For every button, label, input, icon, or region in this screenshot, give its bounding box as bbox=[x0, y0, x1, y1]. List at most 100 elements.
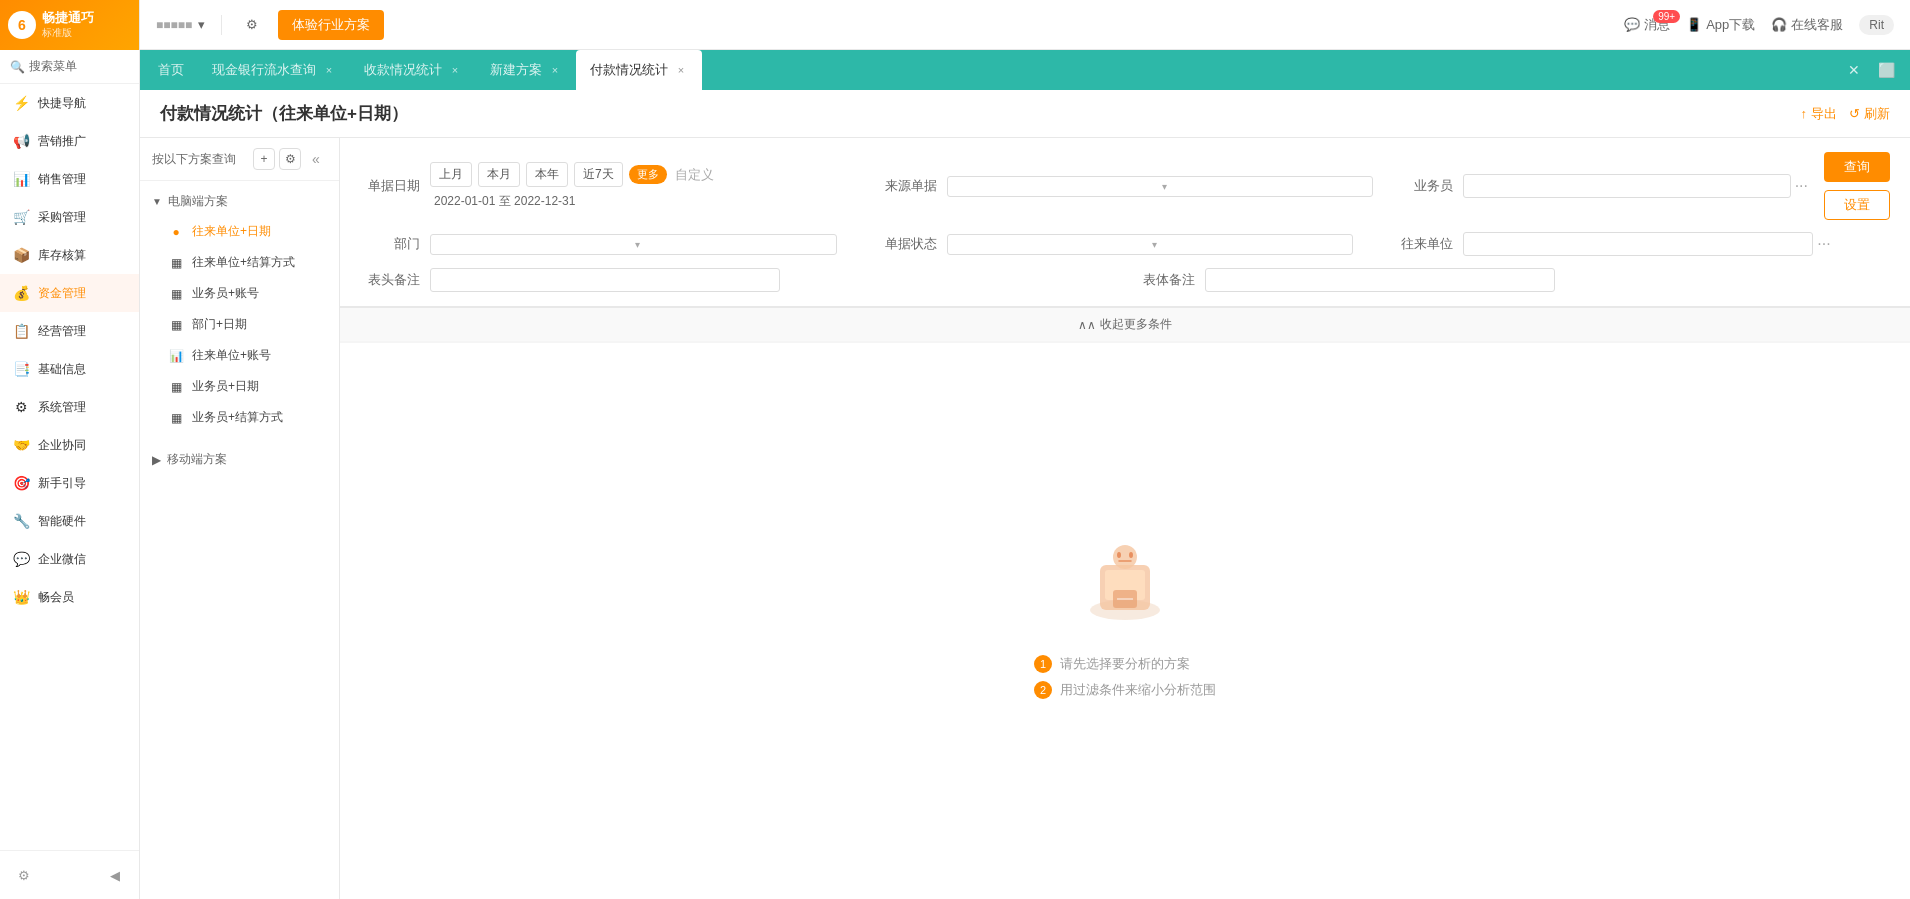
table-body-note-input[interactable] bbox=[1205, 268, 1555, 292]
tab-new-plan[interactable]: 新建方案 × bbox=[476, 50, 576, 90]
app-download-btn[interactable]: 📱 App下载 bbox=[1686, 16, 1755, 34]
service-btn[interactable]: 🎧 在线客服 bbox=[1771, 16, 1843, 34]
tip-text-2: 用过滤条件来缩小分析范围 bbox=[1060, 681, 1216, 699]
sidebar-item-sales[interactable]: 📊 销售管理 bbox=[0, 160, 139, 198]
sidebar-item-quick-nav[interactable]: ⚡ 快捷导航 bbox=[0, 84, 139, 122]
scheme-item-unit-account[interactable]: 📊 往来单位+账号 bbox=[140, 340, 339, 371]
scheme-panel: 按以下方案查询 + ⚙ « ▼ 电脑端方案 ● bbox=[140, 138, 340, 899]
refresh-btn[interactable]: ↺ 刷新 bbox=[1849, 105, 1890, 123]
message-count: 99+ bbox=[1653, 10, 1680, 23]
sidebar-item-funds[interactable]: 💰 资金管理 bbox=[0, 274, 139, 312]
source-label: 来源单据 bbox=[877, 177, 947, 195]
filter-settings-btn[interactable]: 设置 bbox=[1824, 190, 1890, 220]
last-month-btn[interactable]: 上月 bbox=[430, 162, 472, 187]
status-select[interactable]: ▾ bbox=[947, 234, 1354, 255]
topbar: ■■■■■ ▾ ⚙ 体验行业方案 💬 消息 99+ 📱 App下载 🎧 在线客服… bbox=[140, 0, 1910, 50]
scheme-item-salesman-account[interactable]: ▦ 业务员+账号 bbox=[140, 278, 339, 309]
tab-home[interactable]: 首页 bbox=[144, 50, 198, 90]
logo-text-block: 畅捷通巧 标准版 bbox=[42, 10, 94, 40]
empty-illustration bbox=[1075, 535, 1175, 635]
tab-payment-stats[interactable]: 付款情况统计 × bbox=[576, 50, 702, 90]
tab-new-plan-close[interactable]: × bbox=[548, 63, 562, 77]
sidebar-item-vip[interactable]: 👑 畅会员 bbox=[0, 578, 139, 616]
sidebar-header: 6 畅捷通巧 标准版 bbox=[0, 0, 139, 50]
system-icon: ⚙ bbox=[12, 398, 30, 416]
salesman-label: 业务员 bbox=[1393, 177, 1463, 195]
sidebar-settings-btn[interactable]: ⚙ bbox=[10, 861, 38, 889]
user-name[interactable]: Rit bbox=[1859, 15, 1894, 35]
sidebar-item-label: 企业协同 bbox=[38, 437, 86, 454]
scheme-item-label: 往来单位+账号 bbox=[192, 347, 271, 364]
current-month-btn[interactable]: 本月 bbox=[478, 162, 520, 187]
sidebar-item-guide[interactable]: 🎯 新手引导 bbox=[0, 464, 139, 502]
mobile-group-title[interactable]: ▶ 移动端方案 bbox=[140, 445, 339, 474]
tabs-close-all-btn[interactable]: ✕ bbox=[1842, 58, 1866, 82]
wechat-icon: 💬 bbox=[12, 550, 30, 568]
topbar-settings-btn[interactable]: ⚙ bbox=[238, 11, 266, 39]
message-btn[interactable]: 💬 消息 99+ bbox=[1624, 16, 1670, 34]
scheme-item-label: 部门+日期 bbox=[192, 316, 247, 333]
tip-text-1: 请先选择要分析的方案 bbox=[1060, 655, 1190, 673]
company-selector[interactable]: ■■■■■ ▾ bbox=[156, 17, 205, 32]
scheme-collapse-btn[interactable]: « bbox=[305, 148, 327, 170]
sidebar-item-system[interactable]: ⚙ 系统管理 bbox=[0, 388, 139, 426]
tab-payment-stats-close[interactable]: × bbox=[674, 63, 688, 77]
vip-icon: 👑 bbox=[12, 588, 30, 606]
sidebar-item-label: 畅会员 bbox=[38, 589, 74, 606]
scheme-item-unit-settlement[interactable]: ▦ 往来单位+结算方式 bbox=[140, 247, 339, 278]
tabs-maximize-btn[interactable]: ⬜ bbox=[1874, 58, 1898, 82]
unit-dots-btn[interactable]: ··· bbox=[1817, 235, 1830, 253]
scheme-item-salesman-settlement[interactable]: ▦ 业务员+结算方式 bbox=[140, 402, 339, 433]
query-btn[interactable]: 查询 bbox=[1824, 152, 1890, 182]
topbar-divider bbox=[221, 15, 222, 35]
scheme-settings-btn[interactable]: ⚙ bbox=[279, 148, 301, 170]
collapse-conditions-btn[interactable]: ∧∧ 收起更多条件 bbox=[340, 307, 1910, 341]
dept-date-icon: ▦ bbox=[168, 317, 184, 333]
scheme-add-btn[interactable]: + bbox=[253, 148, 275, 170]
scheme-item-salesman-date[interactable]: ▦ 业务员+日期 bbox=[140, 371, 339, 402]
pc-group-title[interactable]: ▼ 电脑端方案 bbox=[140, 187, 339, 216]
filter-area: 单据日期 上月 本月 本年 近7天 更多 自定义 2022-01-01 至 20… bbox=[340, 138, 1910, 899]
sidebar-item-hardware[interactable]: 🔧 智能硬件 bbox=[0, 502, 139, 540]
salesman-dots-btn[interactable]: ··· bbox=[1795, 177, 1808, 195]
sidebar-item-operations[interactable]: 📋 经营管理 bbox=[0, 312, 139, 350]
export-icon: ↑ bbox=[1801, 106, 1808, 121]
last-7-days-btn[interactable]: 近7天 bbox=[574, 162, 623, 187]
sidebar: 6 畅捷通巧 标准版 🔍 搜索菜单 ⚡ 快捷导航 📢 营销推广 📊 销售管理 🛒… bbox=[0, 0, 140, 899]
sidebar-search[interactable]: 🔍 搜索菜单 bbox=[0, 50, 139, 84]
more-date-btn[interactable]: 更多 bbox=[629, 165, 667, 184]
collapse-label: 收起更多条件 bbox=[1100, 316, 1172, 333]
sidebar-item-label: 资金管理 bbox=[38, 285, 86, 302]
cooperation-icon: 🤝 bbox=[12, 436, 30, 454]
sidebar-item-label: 系统管理 bbox=[38, 399, 86, 416]
tab-bank-flow[interactable]: 现金银行流水查询 × bbox=[198, 50, 350, 90]
tab-receipt-stats-close[interactable]: × bbox=[448, 63, 462, 77]
tip-num-1: 1 bbox=[1034, 655, 1052, 673]
scheme-item-label: 往来单位+日期 bbox=[192, 223, 271, 240]
dept-select[interactable]: ▾ bbox=[430, 234, 837, 255]
tab-receipt-stats[interactable]: 收款情况统计 × bbox=[350, 50, 476, 90]
service-label: 在线客服 bbox=[1791, 16, 1843, 34]
unit-input[interactable] bbox=[1463, 232, 1813, 256]
topbar-right: 💬 消息 99+ 📱 App下载 🎧 在线客服 Rit bbox=[1624, 15, 1894, 35]
sidebar-item-cooperation[interactable]: 🤝 企业协同 bbox=[0, 426, 139, 464]
scheme-item-unit-date[interactable]: ● 往来单位+日期 bbox=[140, 216, 339, 247]
search-label: 搜索菜单 bbox=[29, 58, 77, 75]
sidebar-item-marketing[interactable]: 📢 营销推广 bbox=[0, 122, 139, 160]
table-header-note-input[interactable] bbox=[430, 268, 780, 292]
current-year-btn[interactable]: 本年 bbox=[526, 162, 568, 187]
sidebar-item-purchase[interactable]: 🛒 采购管理 bbox=[0, 198, 139, 236]
query-btn-group: 查询 设置 bbox=[1824, 152, 1890, 220]
sidebar-collapse-btn[interactable]: ◀ bbox=[101, 861, 129, 889]
salesman-input[interactable] bbox=[1463, 174, 1790, 198]
export-btn[interactable]: ↑ 导出 bbox=[1801, 105, 1838, 123]
sidebar-item-inventory[interactable]: 📦 库存核算 bbox=[0, 236, 139, 274]
sidebar-item-wechat[interactable]: 💬 企业微信 bbox=[0, 540, 139, 578]
trial-btn[interactable]: 体验行业方案 bbox=[278, 10, 384, 40]
sidebar-item-basic-info[interactable]: 📑 基础信息 bbox=[0, 350, 139, 388]
source-select[interactable]: ▾ bbox=[947, 176, 1374, 197]
tab-bank-flow-close[interactable]: × bbox=[322, 63, 336, 77]
company-arrow-icon: ▾ bbox=[198, 17, 205, 32]
scheme-item-dept-date[interactable]: ▦ 部门+日期 bbox=[140, 309, 339, 340]
company-name: ■■■■■ bbox=[156, 18, 192, 32]
